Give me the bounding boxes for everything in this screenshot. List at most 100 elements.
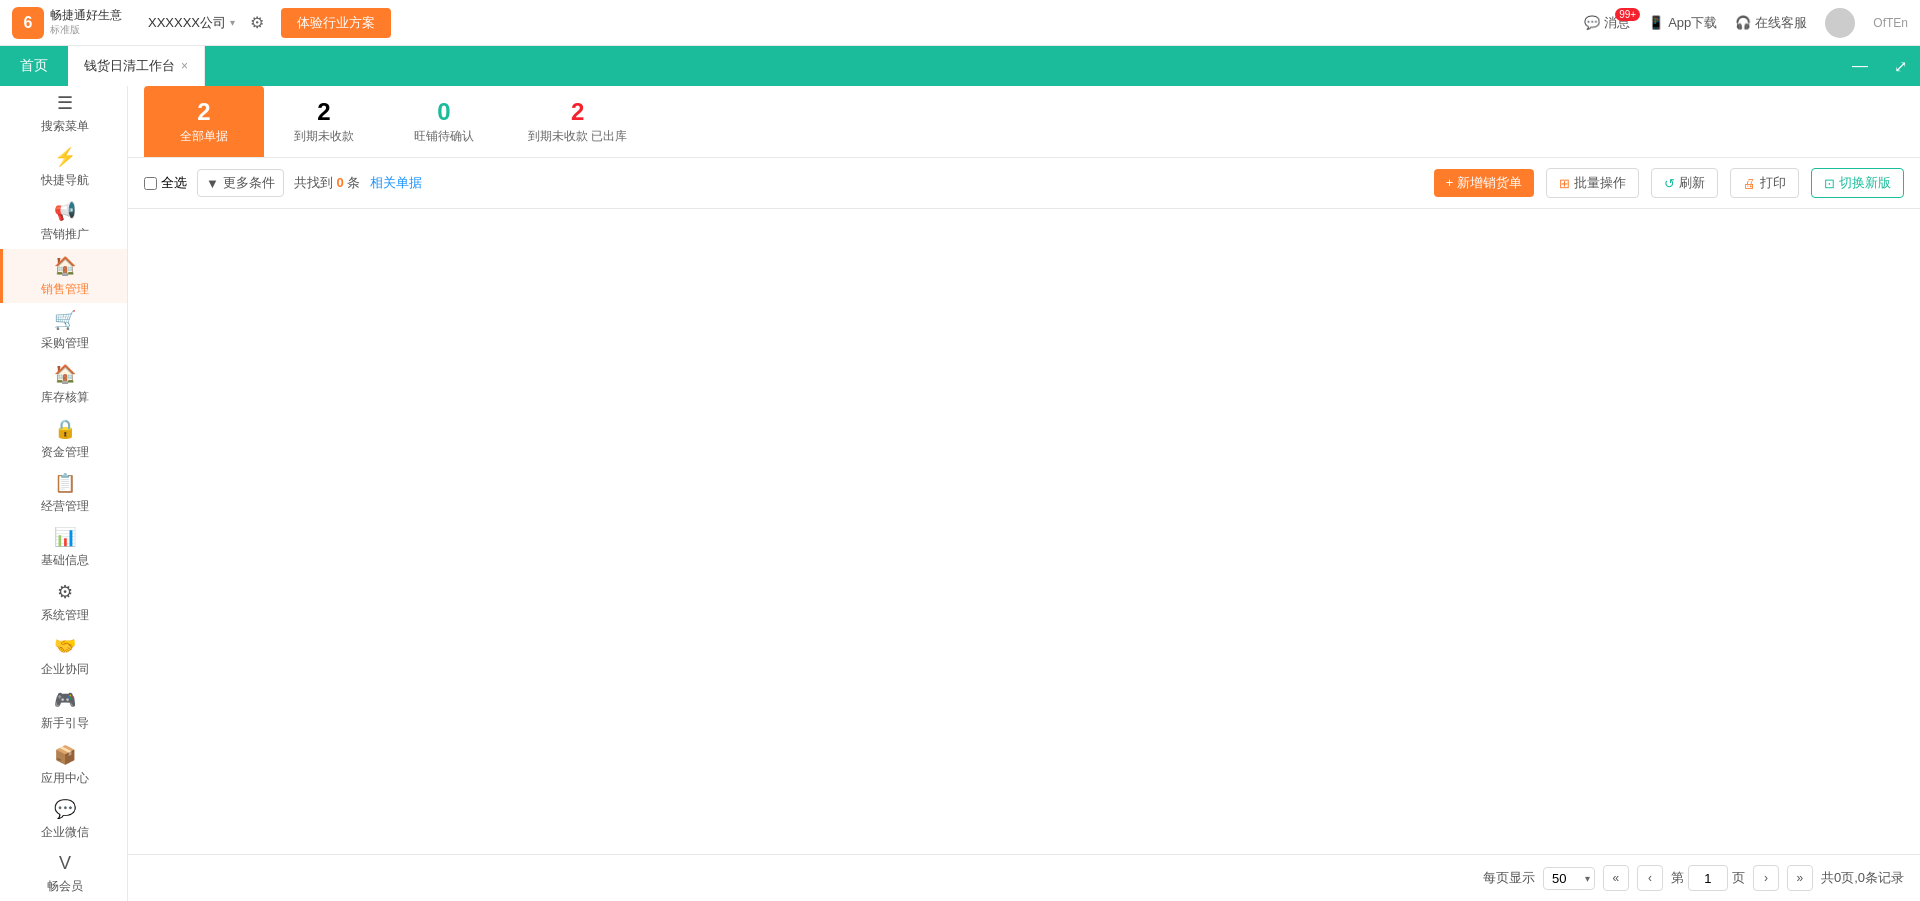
sidebar-label-member: 畅会员 [47,878,83,895]
related-link[interactable]: 相关单据 [370,174,422,192]
main-content: 2 全部单据 2 到期未收款 0 旺铺待确认 2 到期未收款 已出库 全选 ▼ … [128,86,1920,901]
sidebar-label-search-menu: 搜索菜单 [41,118,89,135]
sidebar-icon-cooperation: 🤝 [54,635,76,657]
sidebar-item-app-center[interactable]: 📦 应用中心 [0,738,127,792]
page-input[interactable] [1688,865,1728,891]
sidebar-icon-sales: 🏠 [54,255,76,277]
page-prefix: 第 [1671,869,1684,887]
logo: 6 畅捷通好生意 标准版 [12,7,140,39]
tab-maximize-button[interactable]: ⤢ [1880,46,1920,86]
tab-active-label: 钱货日清工作台 [84,57,175,75]
sidebar-item-marketing[interactable]: 📢 营销推广 [0,195,127,249]
prev-page-button[interactable]: ‹ [1637,865,1663,891]
sidebar-item-inventory[interactable]: 🏠 库存核算 [0,358,127,412]
switch-version-button[interactable]: ⊡ 切换新版 [1811,168,1904,198]
stat-tab-pending[interactable]: 0 旺铺待确认 [384,86,504,157]
tab-minimize-button[interactable]: — [1840,46,1880,86]
found-unit: 条 [347,175,360,190]
refresh-button[interactable]: ↺ 刷新 [1651,168,1718,198]
sidebar-icon-operations: 📋 [54,472,76,494]
page-input-wrap: 第 页 [1671,865,1745,891]
company-selector[interactable]: XXXXXX公司 ▾ [148,14,235,32]
batch-operation-button[interactable]: ⊞ 批量操作 [1546,168,1639,198]
sidebar-item-operations[interactable]: 📋 经营管理 [0,466,127,520]
messages-badge: 99+ [1615,8,1640,21]
batch-label: 批量操作 [1574,174,1626,192]
sidebar-label-wechat: 企业微信 [41,824,89,841]
stat-tab-overdue[interactable]: 2 到期未收款 [264,86,384,157]
last-page-button[interactable]: » [1787,865,1813,891]
sidebar-item-finance[interactable]: 🔒 资金管理 [0,412,127,466]
online-service-label: 在线客服 [1755,14,1807,32]
sidebar-icon-inventory: 🏠 [54,363,76,385]
stats-tabs: 2 全部单据 2 到期未收款 0 旺铺待确认 2 到期未收款 已出库 [128,86,1920,158]
print-icon: 🖨 [1743,176,1756,191]
select-all-input[interactable] [144,177,157,190]
stat-tab-all[interactable]: 2 全部单据 [144,86,264,157]
topbar-right: 💬 消息 99+ 📱 App下载 🎧 在线客服 OfTEn [1584,8,1908,38]
sidebar-label-system: 系统管理 [41,607,89,624]
sidebar-icon-search-menu: ☰ [57,92,73,114]
per-page-select[interactable]: 102050100 [1543,867,1595,890]
select-all-checkbox[interactable]: 全选 [144,174,187,192]
trial-button[interactable]: 体验行业方案 [281,8,391,38]
online-service-button[interactable]: 🎧 在线客服 [1735,14,1807,32]
sidebar-item-member[interactable]: V 畅会员 [0,847,127,901]
print-button[interactable]: 🖨 打印 [1730,168,1799,198]
found-count: 0 [337,175,344,190]
company-dropdown-arrow: ▾ [230,17,235,28]
tab-active[interactable]: 钱货日清工作台 × [68,46,205,86]
sidebar-label-quick-nav: 快捷导航 [41,172,89,189]
topbar: 6 畅捷通好生意 标准版 XXXXXX公司 ▾ ⚙ 体验行业方案 💬 消息 99… [0,0,1920,46]
refresh-label: 刷新 [1679,174,1705,192]
sidebar-icon-finance: 🔒 [54,418,76,440]
sidebar-icon-basic-info: 📊 [54,526,76,548]
user-avatar[interactable] [1825,8,1855,38]
add-order-button[interactable]: + 新增销货单 [1434,169,1534,197]
batch-icon: ⊞ [1559,176,1570,191]
settings-button[interactable]: ⚙ [243,9,271,37]
tab-close-button[interactable]: × [181,59,188,73]
stat-num-all: 2 [197,98,210,126]
filter-button[interactable]: ▼ 更多条件 [197,169,284,197]
sidebar-item-purchase[interactable]: 🛒 采购管理 [0,303,127,357]
tabbar-actions: — ⤢ [1840,46,1920,86]
sidebar-item-wechat[interactable]: 💬 企业微信 [0,792,127,846]
toolbar-right: + 新增销货单 ⊞ 批量操作 ↺ 刷新 🖨 打印 ⊡ 切换新版 [1434,168,1904,198]
avatar-image [1825,8,1855,38]
sidebar-item-sales[interactable]: 🏠 销售管理 [0,249,127,303]
sidebar-label-sales: 销售管理 [41,281,89,298]
sidebar-label-app-center: 应用中心 [41,770,89,787]
next-page-button[interactable]: › [1753,865,1779,891]
sidebar-label-marketing: 营销推广 [41,226,89,243]
stat-num-overdue-shipped: 2 [571,98,584,126]
download-icon: 📱 [1648,15,1664,30]
first-page-button[interactable]: « [1603,865,1629,891]
sidebar-item-quick-nav[interactable]: ⚡ 快捷导航 [0,140,127,194]
found-text: 共找到 0 条 [294,174,360,192]
app-download-button[interactable]: 📱 App下载 [1648,14,1717,32]
service-icon: 🎧 [1735,15,1751,30]
sidebar-item-search-menu[interactable]: ☰ 搜索菜单 [0,86,127,140]
pagination-bar: 每页显示 102050100 « ‹ 第 页 › » 共0页,0条记录 [128,854,1920,901]
sidebar-item-system[interactable]: ⚙ 系统管理 [0,575,127,629]
sidebar-icon-purchase: 🛒 [54,309,76,331]
sidebar-label-basic-info: 基础信息 [41,552,89,569]
page-total: 共0页,0条记录 [1821,869,1904,887]
messages-button[interactable]: 💬 消息 99+ [1584,14,1630,32]
per-page-label: 每页显示 [1483,869,1535,887]
refresh-icon: ↺ [1664,176,1675,191]
user-name[interactable]: OfTEn [1873,16,1908,30]
app-download-label: App下载 [1668,14,1717,32]
toolbar-left: 全选 ▼ 更多条件 共找到 0 条 相关单据 [144,169,1422,197]
tab-home[interactable]: 首页 [0,46,68,86]
sidebar-icon-app-center: 📦 [54,744,76,766]
stat-num-pending: 0 [437,98,450,126]
sidebar-item-beginner[interactable]: 🎮 新手引导 [0,684,127,738]
sidebar-item-cooperation[interactable]: 🤝 企业协同 [0,629,127,683]
stat-tab-overdue-shipped[interactable]: 2 到期未收款 已出库 [504,86,651,157]
stat-label-overdue-shipped: 到期未收款 已出库 [528,128,627,145]
select-all-label: 全选 [161,174,187,192]
sidebar-item-basic-info[interactable]: 📊 基础信息 [0,521,127,575]
main-layout: ☰ 搜索菜单 ⚡ 快捷导航 📢 营销推广 🏠 销售管理 🛒 采购管理 🏠 库存核… [0,86,1920,901]
